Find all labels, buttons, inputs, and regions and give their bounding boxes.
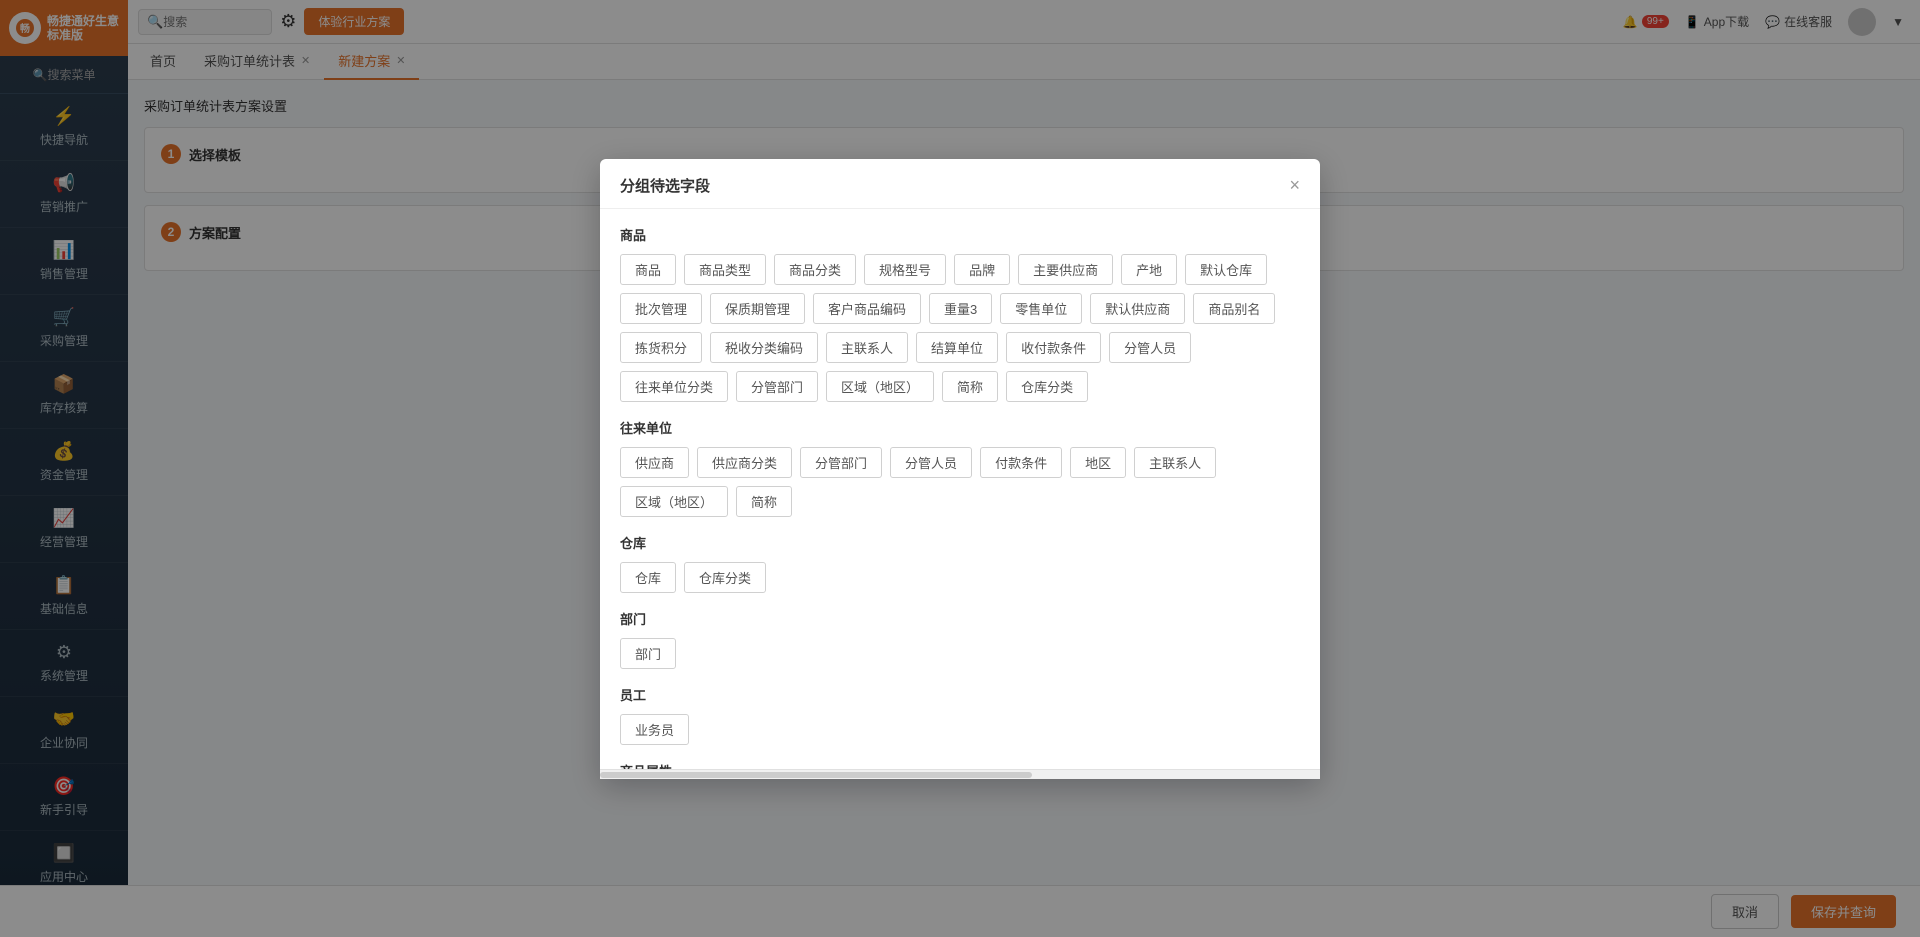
field-tag-partner-1[interactable]: 供应商分类 — [697, 447, 792, 478]
field-tag-goods-13[interactable]: 默认供应商 — [1090, 293, 1185, 324]
field-tag-warehouse-0[interactable]: 仓库 — [620, 562, 676, 593]
field-group-title-warehouse: 仓库 — [620, 533, 1300, 552]
field-tag-goods-7[interactable]: 默认仓库 — [1185, 254, 1267, 285]
field-tag-goods-22[interactable]: 分管部门 — [736, 371, 818, 402]
field-tag-goods-16[interactable]: 税收分类编码 — [710, 332, 818, 363]
field-tag-goods-12[interactable]: 零售单位 — [1000, 293, 1082, 324]
modal-close-button[interactable]: × — [1289, 175, 1300, 196]
field-tag-partner-0[interactable]: 供应商 — [620, 447, 689, 478]
field-group-product-attr: 商品属性属性颜色多规格尺码鞋码1 — [620, 761, 1300, 769]
field-tags-department: 部门 — [620, 638, 1300, 669]
field-tag-partner-3[interactable]: 分管人员 — [890, 447, 972, 478]
field-tag-goods-20[interactable]: 分管人员 — [1109, 332, 1191, 363]
field-tag-goods-15[interactable]: 拣货积分 — [620, 332, 702, 363]
field-tag-goods-10[interactable]: 客户商品编码 — [813, 293, 921, 324]
field-tag-goods-3[interactable]: 规格型号 — [864, 254, 946, 285]
field-tag-department-0[interactable]: 部门 — [620, 638, 676, 669]
field-tag-partner-6[interactable]: 主联系人 — [1134, 447, 1216, 478]
field-tags-staff: 业务员 — [620, 714, 1300, 745]
field-tag-goods-24[interactable]: 简称 — [942, 371, 998, 402]
modal-horizontal-scrollbar[interactable] — [600, 769, 1320, 779]
field-tag-partner-8[interactable]: 简称 — [736, 486, 792, 517]
modal-dialog: 分组待选字段 × 商品商品商品类型商品分类规格型号品牌主要供应商产地默认仓库批次… — [600, 159, 1320, 779]
modal-overlay: 分组待选字段 × 商品商品商品类型商品分类规格型号品牌主要供应商产地默认仓库批次… — [0, 0, 1920, 937]
field-tag-warehouse-1[interactable]: 仓库分类 — [684, 562, 766, 593]
field-tag-goods-17[interactable]: 主联系人 — [826, 332, 908, 363]
field-tags-goods: 商品商品类型商品分类规格型号品牌主要供应商产地默认仓库批次管理保质期管理客户商品… — [620, 254, 1300, 402]
field-tag-goods-25[interactable]: 仓库分类 — [1006, 371, 1088, 402]
field-group-goods: 商品商品商品类型商品分类规格型号品牌主要供应商产地默认仓库批次管理保质期管理客户… — [620, 225, 1300, 402]
field-group-staff: 员工业务员 — [620, 685, 1300, 745]
field-tag-goods-21[interactable]: 往来单位分类 — [620, 371, 728, 402]
modal-hscroll-thumb — [600, 772, 1032, 778]
modal-title: 分组待选字段 — [620, 175, 710, 196]
field-tag-goods-8[interactable]: 批次管理 — [620, 293, 702, 324]
field-tag-staff-0[interactable]: 业务员 — [620, 714, 689, 745]
field-group-title-department: 部门 — [620, 609, 1300, 628]
field-tag-goods-6[interactable]: 产地 — [1121, 254, 1177, 285]
field-tags-partner: 供应商供应商分类分管部门分管人员付款条件地区主联系人区域（地区） 简称 — [620, 447, 1300, 517]
field-tag-goods-9[interactable]: 保质期管理 — [710, 293, 805, 324]
field-tag-partner-5[interactable]: 地区 — [1070, 447, 1126, 478]
field-tag-goods-11[interactable]: 重量3 — [929, 293, 992, 324]
field-group-warehouse: 仓库仓库仓库分类 — [620, 533, 1300, 593]
modal-body: 商品商品商品类型商品分类规格型号品牌主要供应商产地默认仓库批次管理保质期管理客户… — [600, 209, 1320, 769]
field-tag-partner-2[interactable]: 分管部门 — [800, 447, 882, 478]
field-group-title-staff: 员工 — [620, 685, 1300, 704]
field-group-title-partner: 往来单位 — [620, 418, 1300, 437]
field-tag-goods-1[interactable]: 商品类型 — [684, 254, 766, 285]
field-group-title-goods: 商品 — [620, 225, 1300, 244]
field-tag-partner-7[interactable]: 区域（地区） — [620, 486, 728, 517]
field-tags-warehouse: 仓库仓库分类 — [620, 562, 1300, 593]
modal-header: 分组待选字段 × — [600, 159, 1320, 209]
field-group-partner: 往来单位供应商供应商分类分管部门分管人员付款条件地区主联系人区域（地区） 简称 — [620, 418, 1300, 517]
field-group-department: 部门部门 — [620, 609, 1300, 669]
field-tag-goods-18[interactable]: 结算单位 — [916, 332, 998, 363]
field-tag-partner-4[interactable]: 付款条件 — [980, 447, 1062, 478]
field-tag-goods-23[interactable]: 区域（地区） — [826, 371, 934, 402]
field-tag-goods-2[interactable]: 商品分类 — [774, 254, 856, 285]
field-tag-goods-14[interactable]: 商品别名 — [1193, 293, 1275, 324]
field-tag-goods-4[interactable]: 品牌 — [954, 254, 1010, 285]
field-tag-goods-0[interactable]: 商品 — [620, 254, 676, 285]
field-group-title-product-attr: 商品属性 — [620, 761, 1300, 769]
field-tag-goods-19[interactable]: 收付款条件 — [1006, 332, 1101, 363]
field-tag-goods-5[interactable]: 主要供应商 — [1018, 254, 1113, 285]
